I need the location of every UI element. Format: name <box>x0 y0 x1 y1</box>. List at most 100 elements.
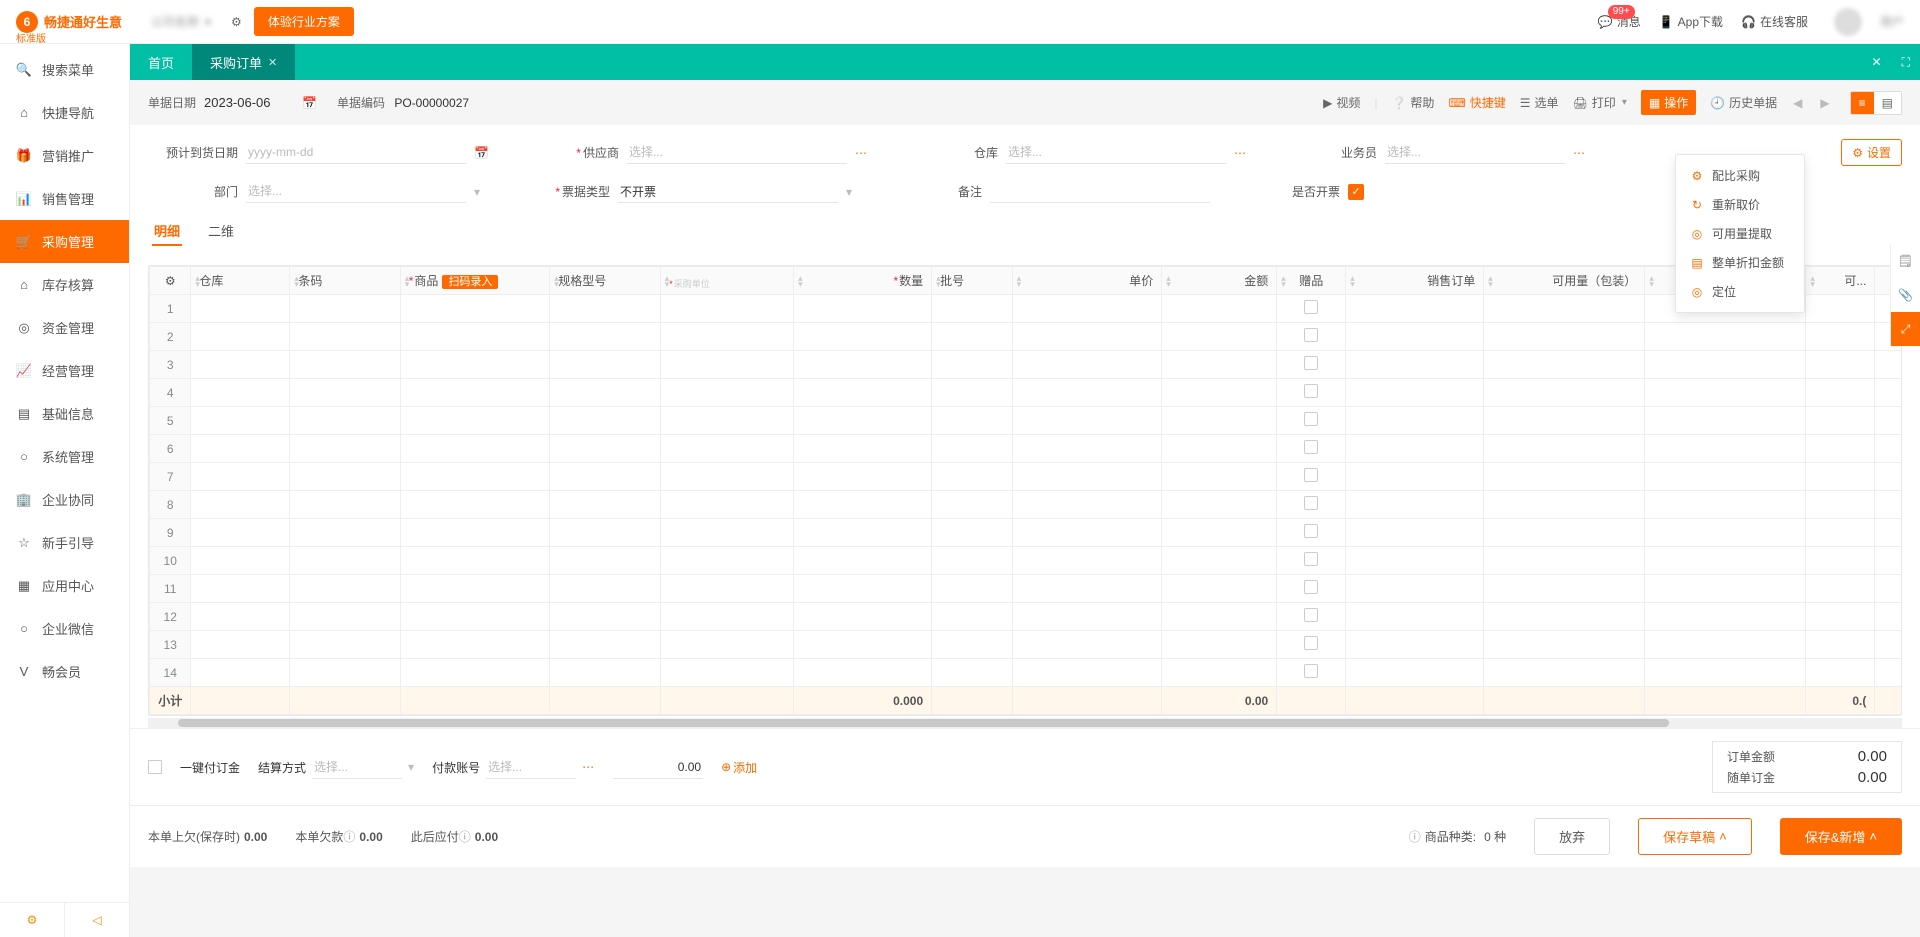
table-row[interactable]: 10🗑 ⧉ <box>150 547 1903 575</box>
gift-checkbox[interactable] <box>1304 552 1318 566</box>
gift-checkbox[interactable] <box>1304 496 1318 510</box>
is-invoice-checkbox[interactable]: ✓ <box>1348 184 1364 200</box>
sidebar-item-search[interactable]: 🔍搜索菜单 <box>0 48 129 91</box>
sidebar-item-bi[interactable]: 📈经营管理 <box>0 349 129 392</box>
grid-hscroll[interactable] <box>148 718 1902 728</box>
close-icon[interactable]: ✕ <box>268 56 277 69</box>
table-row[interactable]: 2🗑 ⧉ <box>150 323 1903 351</box>
table-row[interactable]: 1🗑 ⧉ <box>150 295 1903 323</box>
scan-badge[interactable]: 扫码录入 <box>442 275 498 289</box>
gift-checkbox[interactable] <box>1304 356 1318 370</box>
more-icon[interactable]: ⋯ <box>1234 146 1247 160</box>
warehouse-input[interactable] <box>1006 141 1226 164</box>
sidebar-item-fund[interactable]: ◎资金管理 <box>0 306 129 349</box>
gift-checkbox[interactable] <box>1304 440 1318 454</box>
gear-icon[interactable]: ⚙ <box>231 15 242 29</box>
sidebar-item-marketing[interactable]: 🎁营销推广 <box>0 134 129 177</box>
table-row[interactable]: 8🗑 ⧉ <box>150 491 1903 519</box>
sidebar-item-sales[interactable]: 📊销售管理 <box>0 177 129 220</box>
online-service-button[interactable]: 🎧 在线客服 <box>1741 13 1808 30</box>
gift-checkbox[interactable] <box>1304 580 1318 594</box>
est-arrival-input[interactable] <box>246 141 466 164</box>
table-row[interactable]: 12🗑 ⧉ <box>150 603 1903 631</box>
sidebar-item-appcenter[interactable]: ▦应用中心 <box>0 564 129 607</box>
sidebar-item-qyweixin[interactable]: ○企业微信 <box>0 607 129 650</box>
gift-checkbox[interactable] <box>1304 524 1318 538</box>
more-icon[interactable]: ⋯ <box>582 760 595 774</box>
avatar[interactable] <box>1834 8 1862 36</box>
right-tool-attach-icon[interactable]: 📎 <box>1891 278 1920 312</box>
operate-menu-item-match[interactable]: ⚙配比采购 <box>1676 161 1804 190</box>
table-row[interactable]: 5🗑 ⧉ <box>150 407 1903 435</box>
right-tool-expand-icon[interactable]: ⤢ <box>1891 312 1920 346</box>
select-order-button[interactable]: ☰选单 <box>1520 94 1559 111</box>
more-icon[interactable]: ⋯ <box>1573 146 1586 160</box>
doc-date-input[interactable] <box>204 95 294 110</box>
calendar-icon[interactable]: 📅 <box>474 146 489 160</box>
salesman-input[interactable] <box>1385 141 1565 164</box>
dept-input[interactable] <box>246 180 466 203</box>
operate-menu-item-reprice[interactable]: ↻重新取价 <box>1676 190 1804 219</box>
invoice-type-input[interactable] <box>618 180 838 203</box>
sidebar-item-guide[interactable]: ☆新手引导 <box>0 521 129 564</box>
abandon-button[interactable]: 放弃 <box>1534 818 1610 855</box>
table-row[interactable]: 3🗑 ⧉ <box>150 351 1903 379</box>
app-download-button[interactable]: 📱 App下载 <box>1659 13 1723 30</box>
history-button[interactable]: 🕘历史单据 <box>1710 94 1777 111</box>
save-new-button[interactable]: 保存&新增˄ <box>1780 818 1902 855</box>
table-row[interactable]: 13🗑 ⧉ <box>150 631 1903 659</box>
table-tab-detail[interactable]: 明细 <box>152 217 182 246</box>
operate-menu-item-discount[interactable]: ▤整单折扣金额 <box>1676 248 1804 277</box>
sidebar-collapse-icon[interactable]: ◁ <box>64 903 129 937</box>
tab-close-all-icon[interactable]: ✕ <box>1862 55 1892 69</box>
messages-button[interactable]: 💬 99+ 消息 <box>1598 13 1641 30</box>
sidebar-item-system[interactable]: ○系统管理 <box>0 435 129 478</box>
sidebar-item-vip[interactable]: V畅会员 <box>0 650 129 693</box>
industry-cta-button[interactable]: 体验行业方案 <box>254 7 354 36</box>
gear-icon[interactable]: ⚙ <box>165 274 176 288</box>
next-doc-icon[interactable]: ▶ <box>1818 96 1831 110</box>
sidebar-item-collab[interactable]: 🏢企业协同 <box>0 478 129 521</box>
pay-account-input[interactable] <box>486 756 576 779</box>
sidebar-item-base[interactable]: ▤基础信息 <box>0 392 129 435</box>
operate-menu-item-locate[interactable]: ◎定位 <box>1676 277 1804 306</box>
table-row[interactable]: 11🗑 ⧉ <box>150 575 1903 603</box>
gift-checkbox[interactable] <box>1304 468 1318 482</box>
add-payment-button[interactable]: ⊕添加 <box>721 759 757 776</box>
right-tool-note-icon[interactable]: 🗒 <box>1891 244 1920 278</box>
print-button[interactable]: 🖨打印 <box>1573 94 1627 111</box>
table-tab-matrix[interactable]: 二维 <box>206 217 236 246</box>
gift-checkbox[interactable] <box>1304 384 1318 398</box>
one-click-deposit-checkbox[interactable] <box>148 760 162 774</box>
table-row[interactable]: 9🗑 ⧉ <box>150 519 1903 547</box>
video-button[interactable]: ▶视频 <box>1323 94 1360 111</box>
org-selector[interactable]: 公司名称 ▾ <box>151 13 211 30</box>
operate-menu-item-avail[interactable]: ◎可用量提取 <box>1676 219 1804 248</box>
settle-method-input[interactable] <box>312 756 402 779</box>
gift-checkbox[interactable] <box>1304 608 1318 622</box>
view-card-icon[interactable]: ▤ <box>1874 92 1901 114</box>
sidebar-settings-icon[interactable]: ⚙ <box>0 903 64 937</box>
pay-amount-input[interactable] <box>613 756 703 779</box>
table-row[interactable]: 14🗑 ⧉ <box>150 659 1903 687</box>
chevron-down-icon[interactable]: ▾ <box>408 760 414 774</box>
tab-home[interactable]: 首页 <box>130 44 192 80</box>
supplier-input[interactable] <box>627 141 847 164</box>
sidebar-item-quicknav[interactable]: ⌂快捷导航 <box>0 91 129 134</box>
tab-purchase-order[interactable]: 采购订单 ✕ <box>192 44 295 80</box>
shortcut-button[interactable]: ⌨快捷键 <box>1448 94 1505 111</box>
save-draft-button[interactable]: 保存草稿˄ <box>1638 818 1752 855</box>
view-list-icon[interactable]: ≡ <box>1851 92 1874 114</box>
gift-checkbox[interactable] <box>1304 636 1318 650</box>
calendar-icon[interactable]: 📅 <box>302 96 317 110</box>
tab-fullscreen-icon[interactable]: ⛶ <box>1892 55 1920 70</box>
gift-checkbox[interactable] <box>1304 664 1318 678</box>
chevron-down-icon[interactable]: ▾ <box>846 185 852 199</box>
table-row[interactable]: 6🗑 ⧉ <box>150 435 1903 463</box>
prev-doc-icon[interactable]: ◀ <box>1791 96 1804 110</box>
remark-input[interactable] <box>990 180 1210 203</box>
help-button[interactable]: ❔帮助 <box>1391 94 1434 111</box>
sidebar-item-inv[interactable]: ⌂库存核算 <box>0 263 129 306</box>
more-icon[interactable]: ⋯ <box>855 146 868 160</box>
table-row[interactable]: 4🗑 ⧉ <box>150 379 1903 407</box>
